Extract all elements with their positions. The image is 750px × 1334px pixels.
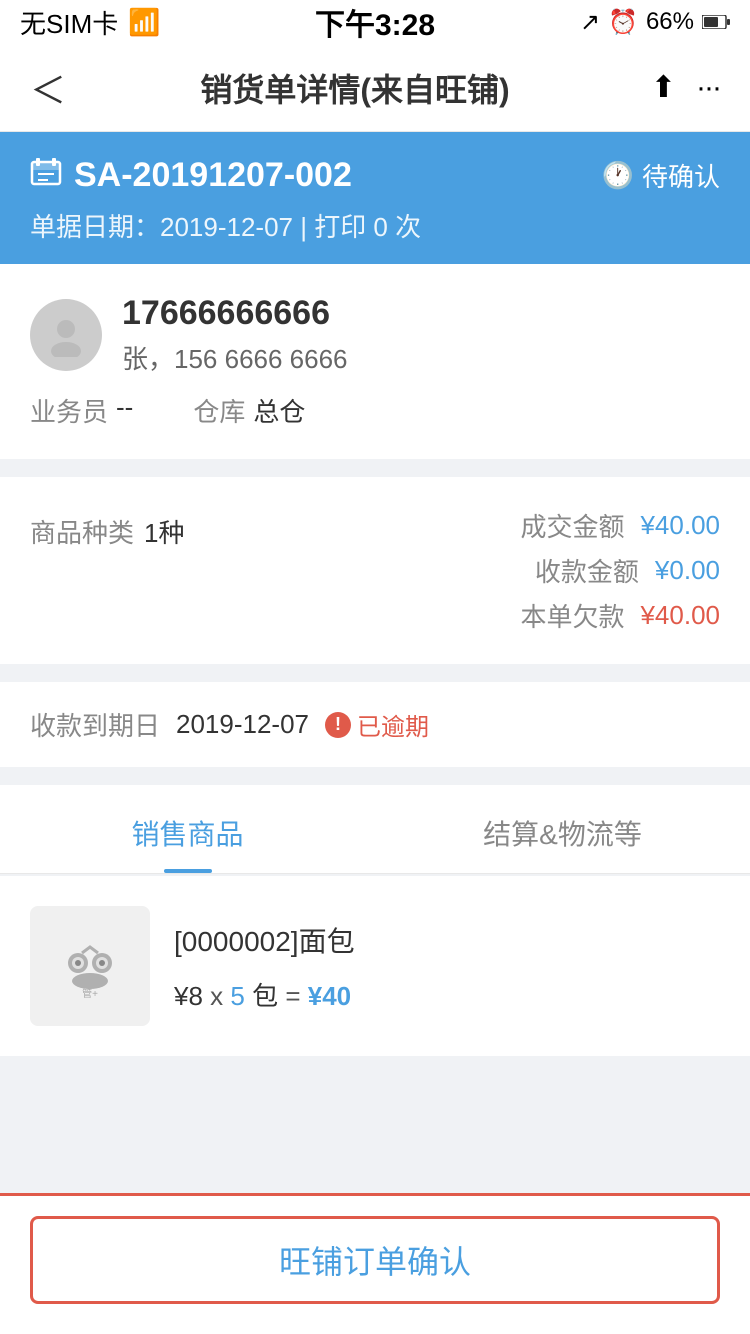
alarm-icon: ⏰: [608, 8, 638, 37]
page-title: 销货单详情(来自旺铺): [90, 65, 620, 111]
product-name: [0000002]面包: [174, 920, 720, 960]
customer-meta: 业务员 -- 仓库 总仓: [30, 392, 720, 429]
customer-phone: 17666666666: [122, 294, 348, 333]
product-info: [0000002]面包 ¥8 x 5 包 = ¥40: [174, 920, 720, 1013]
order-id-row: SA-20191207-002 🕐 待确认: [30, 156, 720, 195]
customer-row: 17666666666 张，156 6666 6666: [30, 294, 720, 376]
tab-label-2: 结算&物流等: [483, 819, 642, 850]
nav-actions: ⬆ ···: [620, 70, 720, 105]
tab-sales-products[interactable]: 销售商品: [0, 785, 375, 873]
warehouse-value: 总仓: [253, 392, 305, 429]
clock-icon: 🕐: [602, 160, 634, 191]
product-price-row: ¥8 x 5 包 = ¥40: [174, 976, 720, 1013]
balance-label: 本单欠款: [520, 597, 624, 634]
payment-value: ¥0.00: [655, 555, 720, 586]
customer-contact: 张，156 6666 6666: [122, 339, 348, 376]
payment-label: 收款金额: [535, 552, 639, 589]
balance-value: ¥40.00: [640, 600, 720, 631]
avatar: [30, 299, 102, 371]
overdue-icon: !: [325, 712, 351, 738]
svg-text:管+: 管+: [82, 987, 98, 1000]
status-bar: 无SIM卡 📶 下午3:28 ↗ ⏰ 66%: [0, 0, 750, 44]
summary-row: 商品种类 1种 成交金额 ¥40.00 收款金额 ¥0.00 本单欠款 ¥40.…: [30, 507, 720, 634]
more-icon[interactable]: ···: [696, 71, 720, 105]
due-date: 2019-12-07: [176, 709, 309, 740]
product-section: 管+ [0000002]面包 ¥8 x 5 包 = ¥40: [0, 876, 750, 1056]
divider-2: [0, 666, 750, 682]
product-thumbnail: 管+: [30, 906, 150, 1026]
salesperson-value: --: [116, 392, 133, 429]
amount-row-1: 成交金额 ¥40.00: [520, 507, 720, 544]
order-id-text: SA-20191207-002: [74, 156, 352, 195]
order-date: 单据日期：2019-12-07 | 打印 0 次: [30, 207, 720, 244]
nav-bar: ＜ 销货单详情(来自旺铺) ⬆ ···: [0, 44, 750, 132]
salesperson-item: 业务员 --: [30, 392, 133, 429]
customer-info: 17666666666 张，156 6666 6666: [122, 294, 348, 376]
order-status: 🕐 待确认: [602, 157, 720, 194]
unit-price: ¥8: [174, 981, 203, 1011]
salesperson-label: 业务员: [30, 392, 108, 429]
overdue-badge: ! 已逾期: [325, 707, 429, 742]
overdue-text: 已逾期: [357, 707, 429, 742]
tabs-row: 销售商品 结算&物流等: [0, 785, 750, 874]
due-section: 收款到期日 2019-12-07 ! 已逾期: [0, 682, 750, 767]
total-price: ¥40: [308, 981, 351, 1011]
status-left: 无SIM卡 📶: [20, 4, 161, 41]
tab-label-1: 销售商品: [131, 819, 243, 850]
battery-percent: 66%: [646, 8, 694, 36]
amount-row-3: 本单欠款 ¥40.00: [520, 597, 720, 634]
back-button[interactable]: ＜: [30, 62, 90, 114]
summary-section: 商品种类 1种 成交金额 ¥40.00 收款金额 ¥0.00 本单欠款 ¥40.…: [0, 477, 750, 664]
product-type-value: 1种: [144, 513, 184, 550]
multiply-sign: x: [210, 981, 230, 1011]
customer-section: 17666666666 张，156 6666 6666 业务员 -- 仓库 总仓: [0, 264, 750, 459]
status-text: 待确认: [642, 157, 720, 194]
amount-row-2: 收款金额 ¥0.00: [535, 552, 720, 589]
status-time: 下午3:28: [315, 0, 435, 44]
divider-3: [0, 769, 750, 785]
order-icon: [30, 156, 62, 195]
status-right: ↗ ⏰ 66%: [580, 8, 730, 37]
tab-indicator: [164, 869, 212, 873]
wifi-icon: 📶: [128, 7, 160, 38]
tab-settlement[interactable]: 结算&物流等: [375, 785, 750, 873]
order-header-card: SA-20191207-002 🕐 待确认 单据日期：2019-12-07 | …: [0, 132, 750, 264]
bottom-bar: 旺铺订单确认: [0, 1193, 750, 1334]
product-type-label: 商品种类: [30, 513, 134, 550]
warehouse-item: 仓库 总仓: [193, 392, 305, 429]
tabs-section: 销售商品 结算&物流等: [0, 785, 750, 874]
quantity: 5: [230, 981, 244, 1011]
amounts: 成交金额 ¥40.00 收款金额 ¥0.00 本单欠款 ¥40.00: [520, 507, 720, 634]
due-label: 收款到期日: [30, 706, 160, 743]
share-icon[interactable]: ⬆: [651, 70, 676, 105]
product-type: 商品种类 1种: [30, 513, 184, 550]
product-item: 管+ [0000002]面包 ¥8 x 5 包 = ¥40: [0, 876, 750, 1056]
divider-1: [0, 461, 750, 477]
location-icon: ↗: [580, 8, 600, 37]
equals-sign: =: [285, 981, 307, 1011]
amount-value: ¥40.00: [640, 510, 720, 541]
confirm-button[interactable]: 旺铺订单确认: [30, 1216, 720, 1304]
amount-label: 成交金额: [520, 507, 624, 544]
unit: 包: [252, 981, 278, 1011]
order-id: SA-20191207-002: [30, 156, 352, 195]
warehouse-label: 仓库: [193, 392, 245, 429]
carrier-text: 无SIM卡: [20, 4, 118, 41]
battery-icon: [702, 8, 730, 36]
